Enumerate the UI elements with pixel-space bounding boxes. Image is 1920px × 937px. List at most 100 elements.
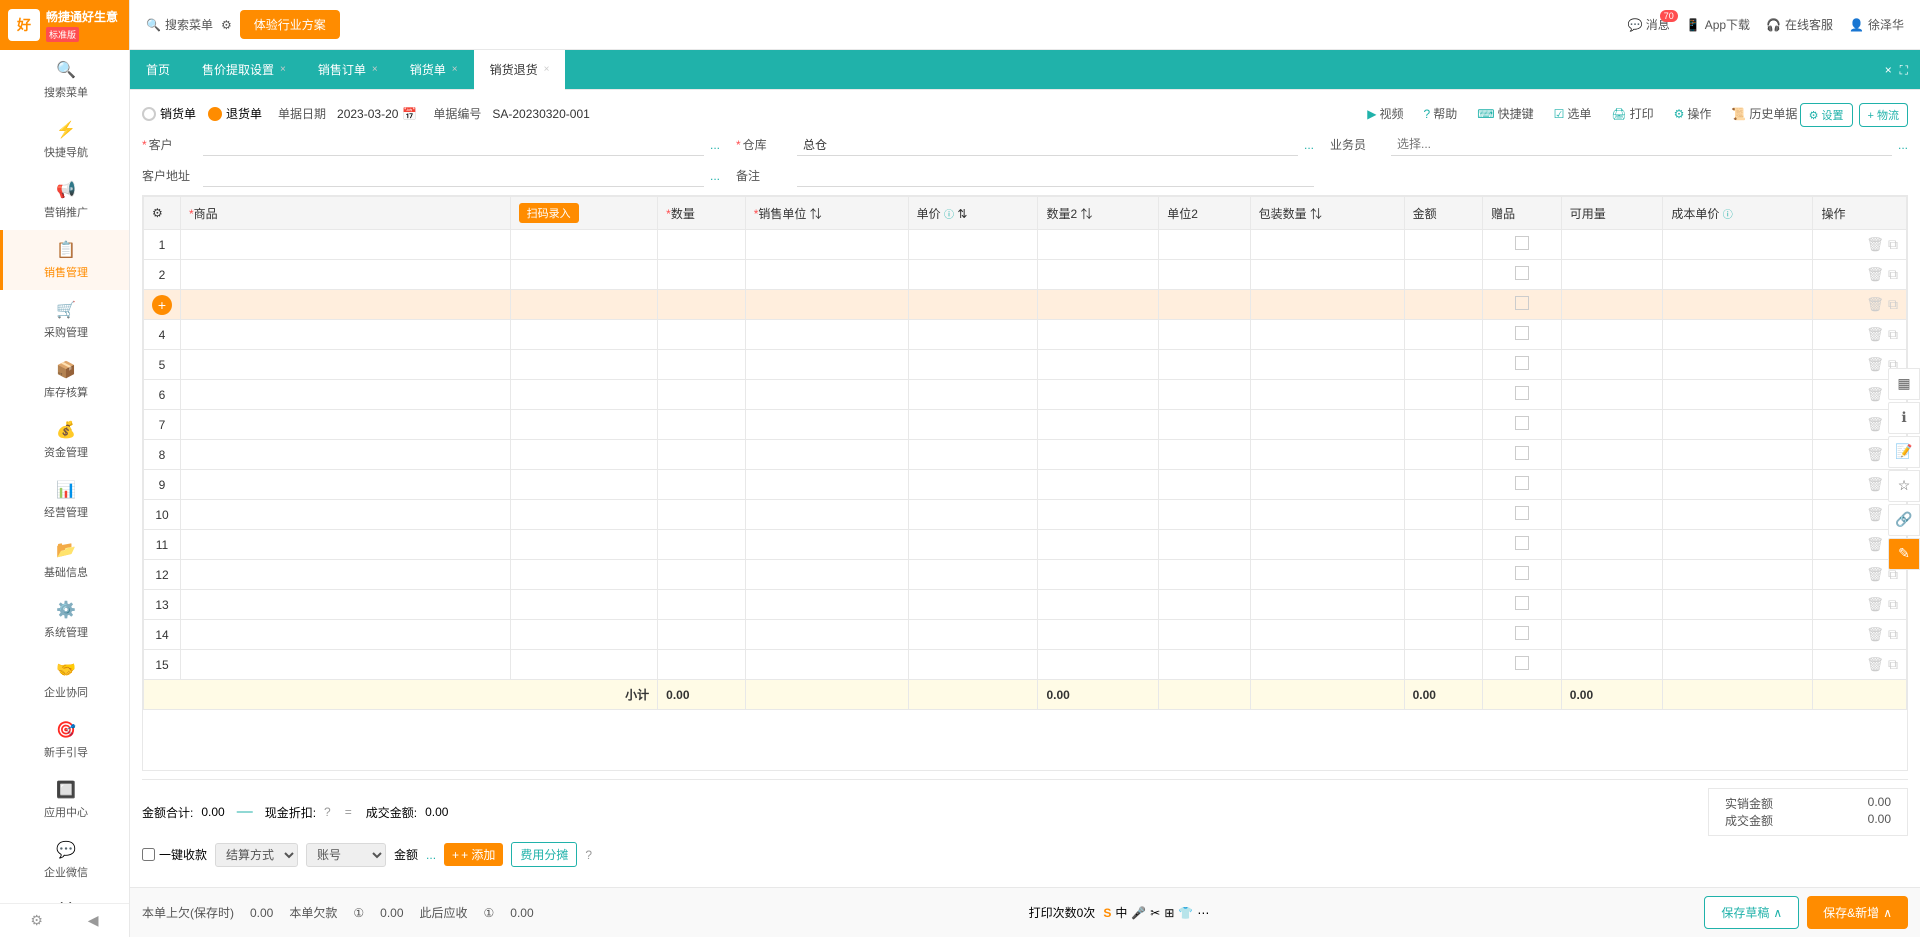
customer-input[interactable] — [203, 133, 704, 156]
delete-icon[interactable]: 🗑 — [1866, 626, 1884, 643]
goods-cell-2[interactable] — [181, 260, 511, 290]
address-input[interactable] — [203, 164, 704, 187]
screenshot-icon[interactable]: ✂ — [1150, 906, 1160, 920]
cash-discount-help-icon[interactable]: ? — [324, 805, 331, 819]
pkg-qty-cell-3[interactable] — [1250, 290, 1404, 320]
th-settings[interactable]: ⚙ — [144, 197, 181, 230]
gift-checkbox-2[interactable] — [1515, 266, 1529, 280]
operations-btn[interactable]: ⚙ 操作 — [1668, 102, 1718, 125]
sidebar-item-operations[interactable]: 📊 经营管理 — [0, 470, 129, 530]
search-menu[interactable]: 🔍 搜索菜单 — [146, 16, 213, 33]
sidebar-item-marketing[interactable]: 📢 营销推广 — [0, 170, 129, 230]
experience-btn[interactable]: 体验行业方案 — [240, 10, 340, 39]
copy-icon-3[interactable]: ⧉ — [1888, 296, 1898, 313]
add-row-btn[interactable]: + — [152, 295, 172, 315]
close-all-tabs[interactable]: × ⛶ — [1873, 61, 1920, 78]
delete-icon[interactable]: 🗑 — [1866, 566, 1884, 583]
sidebar-item-sales[interactable]: 📋 销售管理 — [0, 230, 129, 290]
warehouse-input[interactable] — [797, 133, 1298, 156]
right-panel-link[interactable]: 🔗 — [1888, 504, 1920, 536]
qty-cell-2[interactable] — [658, 260, 746, 290]
delete-icon[interactable]: 🗑 — [1866, 596, 1884, 613]
sidebar-item-finance[interactable]: 💰 资金管理 — [0, 410, 129, 470]
unit-price-cell-2[interactable] — [908, 260, 1038, 290]
delete-icon[interactable]: 🗑 — [1866, 446, 1884, 463]
sales-unit-cell-3[interactable] — [745, 290, 908, 320]
customer-selector[interactable]: ... — [710, 138, 720, 152]
tab-price-extract[interactable]: 售价提取设置 × — [186, 50, 302, 90]
settings-btn[interactable]: ⚙ 设置 — [1800, 103, 1853, 127]
logistics-btn[interactable]: + 物流 — [1859, 103, 1908, 127]
available-cell-3[interactable] — [1561, 290, 1663, 320]
sidebar-item-shortcut[interactable]: ⚡ 快捷导航 — [0, 110, 129, 170]
note-input[interactable] — [797, 164, 1314, 187]
sidebar-item-newbie[interactable]: 🎯 新手引导 — [0, 710, 129, 770]
salesperson-input[interactable] — [1391, 133, 1892, 156]
copy-icon-1[interactable]: ⧉ — [1888, 236, 1898, 253]
more-icon[interactable]: ⋯ — [1197, 906, 1209, 920]
cost-price-cell-1[interactable] — [1663, 230, 1813, 260]
unit2-cell-1[interactable] — [1159, 230, 1250, 260]
save-new-btn[interactable]: 保存&新增 ∧ — [1807, 896, 1908, 929]
delete-icon[interactable]: 🗑 — [1866, 536, 1884, 553]
sidebar-item-search[interactable]: 🔍 搜索菜单 — [0, 50, 129, 110]
copy-icon[interactable]: ⧉ — [1888, 626, 1898, 643]
delete-icon[interactable]: 🗑 — [1866, 386, 1884, 403]
copy-icon[interactable]: ⧉ — [1888, 326, 1898, 343]
sidebar-item-wechat[interactable]: 💬 企业微信 — [0, 830, 129, 890]
radio-return-bill[interactable]: 退货单 — [208, 105, 262, 122]
salesperson-selector[interactable]: ... — [1898, 138, 1908, 152]
pkg-qty-cell-1[interactable] — [1250, 230, 1404, 260]
gift-checkbox-1[interactable] — [1515, 236, 1529, 250]
fee-split-btn[interactable]: 费用分摊 — [511, 842, 577, 867]
gift-cell-2[interactable] — [1483, 260, 1562, 290]
tab-sales-return[interactable]: 销货退货 × — [474, 50, 566, 90]
unit2-cell-2[interactable] — [1159, 260, 1250, 290]
sidebar-settings-btn[interactable]: ⚙ — [30, 912, 43, 929]
radio-sales-bill[interactable]: 销货单 — [142, 105, 196, 122]
sidebar-collapse-btn[interactable]: ◀ — [88, 912, 99, 929]
sidebar-item-appstore[interactable]: 🔲 应用中心 — [0, 770, 129, 830]
print-btn[interactable]: 🖨 打印 — [1605, 102, 1659, 125]
right-panel-edit[interactable]: ✎ — [1888, 538, 1920, 570]
copy-icon[interactable]: ⧉ — [1888, 596, 1898, 613]
tab-sales-order[interactable]: 销售订单 × — [302, 50, 394, 90]
sidebar-item-purchase[interactable]: 🛒 采购管理 — [0, 290, 129, 350]
cost-price-cell-3[interactable] — [1663, 290, 1813, 320]
calendar-icon[interactable]: 📅 — [402, 107, 417, 121]
warehouse-selector[interactable]: ... — [1304, 138, 1314, 152]
account-select[interactable]: 账号 — [306, 843, 386, 867]
scan-input-btn[interactable]: 扫码录入 — [519, 203, 579, 223]
copy-icon[interactable]: ⧉ — [1888, 656, 1898, 673]
qty-cell-3[interactable] — [658, 290, 746, 320]
sales-unit-cell-2[interactable] — [745, 260, 908, 290]
online-service[interactable]: 🎧 在线客服 — [1766, 16, 1833, 33]
gear-area[interactable]: ⚙ — [221, 18, 232, 32]
goods-cell-3[interactable] — [181, 290, 511, 320]
payment-checkbox-input[interactable] — [142, 848, 155, 861]
delete-icon[interactable]: 🗑 — [1866, 506, 1884, 523]
account-selector-dots[interactable]: ... — [426, 848, 436, 862]
message-btn[interactable]: 💬 消息 70 — [1627, 16, 1669, 33]
gift-cell-1[interactable] — [1483, 230, 1562, 260]
amount-cell-3[interactable] — [1404, 290, 1483, 320]
delete-icon[interactable]: 🗑 — [1866, 416, 1884, 433]
qty2-cell-3[interactable] — [1038, 290, 1159, 320]
user-profile[interactable]: 👤 徐泽华 — [1849, 16, 1904, 33]
delete-icon-2[interactable]: 🗑 — [1866, 266, 1884, 283]
right-panel-star[interactable]: ☆ — [1888, 470, 1920, 502]
available-cell-2[interactable] — [1561, 260, 1663, 290]
delete-icon-1[interactable]: 🗑 — [1866, 236, 1884, 253]
save-draft-btn[interactable]: 保存草稿 ∧ — [1704, 896, 1799, 929]
gift-checkbox-3[interactable] — [1515, 296, 1529, 310]
unit-price-cell-3[interactable] — [908, 290, 1038, 320]
add-payment-btn[interactable]: + + 添加 — [444, 843, 503, 866]
one-click-payment-checkbox[interactable]: 一键收款 — [142, 846, 207, 863]
history-btn[interactable]: 📜 历史单据 — [1725, 102, 1803, 125]
copy-icon-2[interactable]: ⧉ — [1888, 266, 1898, 283]
sidebar-item-member[interactable]: V 畅会员 — [0, 890, 129, 903]
right-panel-note[interactable]: 📝 — [1888, 436, 1920, 468]
calc-method-select[interactable]: 结算方式 — [215, 843, 298, 867]
tab-sales-bill-close[interactable]: × — [452, 64, 458, 75]
address-selector[interactable]: ... — [710, 169, 720, 183]
